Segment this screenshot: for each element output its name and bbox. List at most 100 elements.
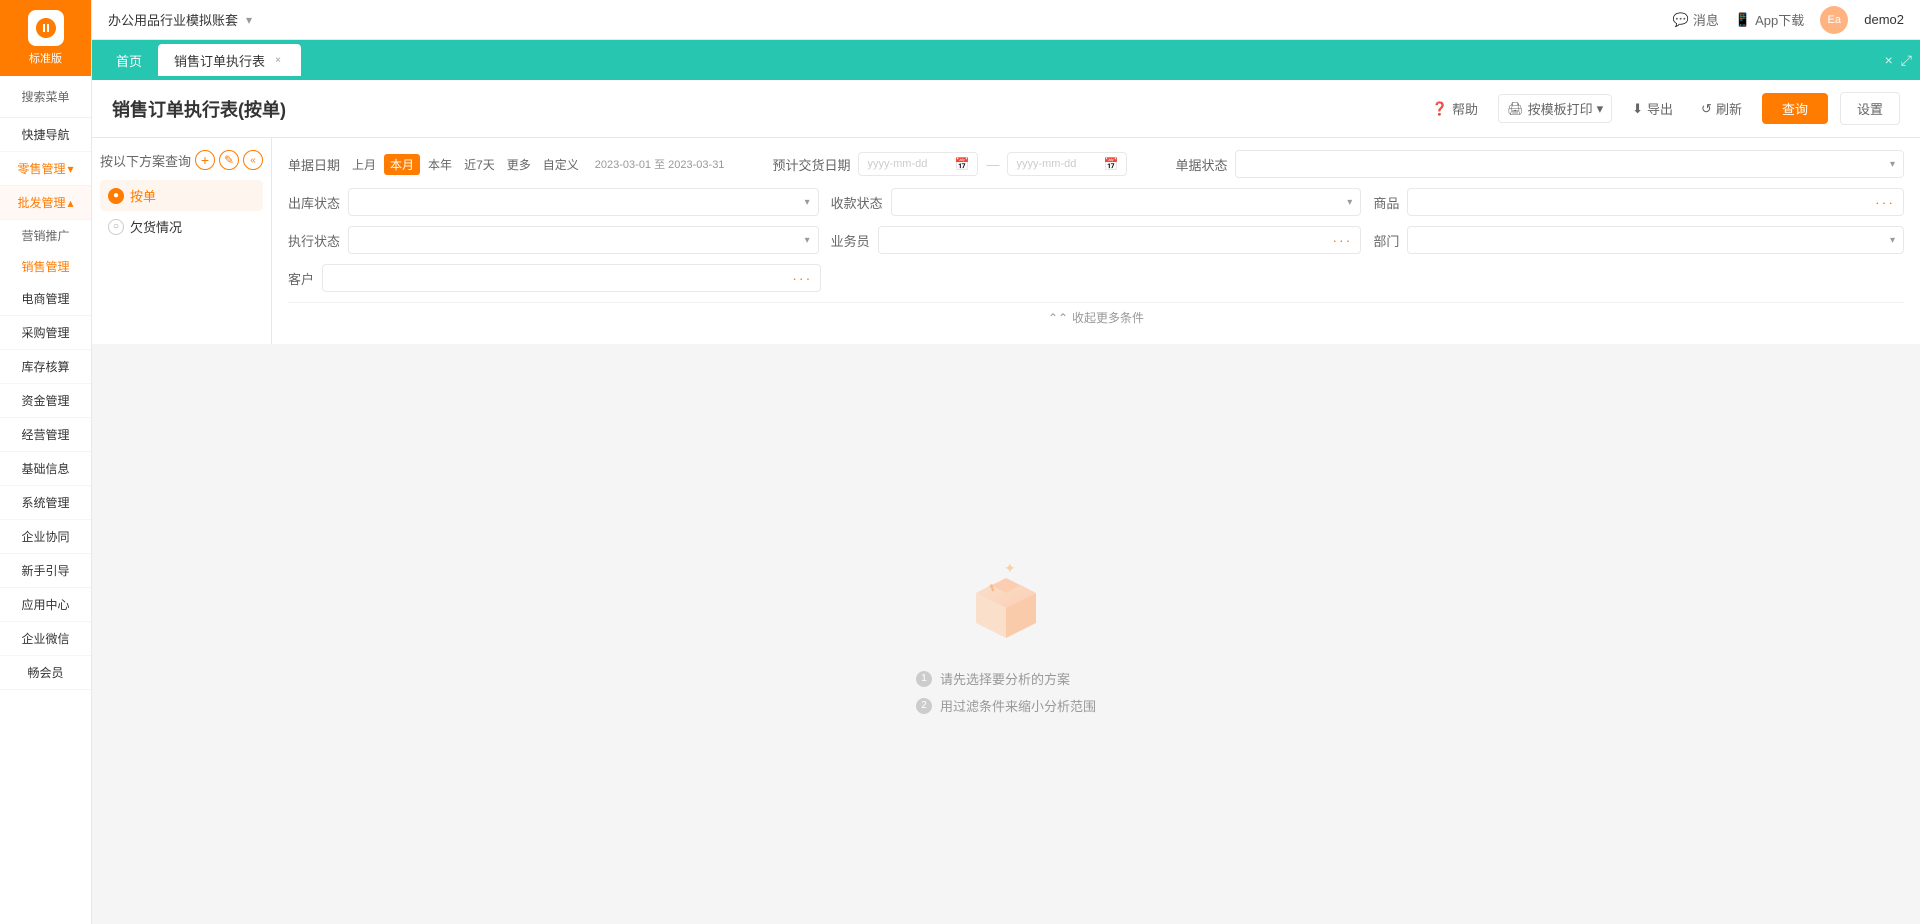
message-icon: 💬 bbox=[1673, 12, 1689, 28]
date-tab-7days[interactable]: 近7天 bbox=[460, 154, 499, 175]
help-btn[interactable]: ❓ 帮助 bbox=[1424, 95, 1486, 122]
sidebar-item-finance[interactable]: 资金管理 bbox=[0, 384, 91, 418]
help-icon: ❓ bbox=[1432, 101, 1448, 117]
sidebar-item-wholesale[interactable]: 批发管理 ▴ bbox=[0, 186, 91, 220]
customer-select[interactable]: ··· bbox=[322, 264, 821, 292]
topbar-title: 办公用品行业模拟账套 bbox=[108, 10, 238, 29]
tab-sales-order-label: 销售订单执行表 bbox=[174, 51, 265, 70]
collapse-panel-btn[interactable]: « bbox=[243, 150, 263, 170]
filter-row-2: 出库状态 ▾ 收款状态 ▾ 商品 bbox=[288, 188, 1904, 216]
settings-btn[interactable]: 设置 bbox=[1840, 92, 1900, 125]
date-tab-thismonth[interactable]: 本月 bbox=[384, 154, 420, 175]
sidebar-sub-sales[interactable]: 销售管理 bbox=[0, 251, 91, 282]
salesperson-filter: 业务员 ··· bbox=[831, 226, 1362, 254]
app-download-action[interactable]: 📱 App下载 bbox=[1735, 10, 1804, 29]
main-content: 办公用品行业模拟账套 ▾ 💬 消息 📱 App下载 Ea demo2 首页 销售… bbox=[92, 0, 1920, 924]
content-area: ✦ ⬆ 1 请先选择要分析的方案 2 用过滤条件来缩小分析范围 bbox=[92, 344, 1920, 924]
query-btn[interactable]: 查询 bbox=[1762, 93, 1828, 124]
salesperson-select[interactable]: ··· bbox=[878, 226, 1362, 254]
sidebar-logo: 标准版 bbox=[0, 0, 91, 76]
tab-sales-order[interactable]: 销售订单执行表 × bbox=[158, 44, 301, 76]
topbar-right: 💬 消息 📱 App下载 Ea demo2 bbox=[1673, 6, 1904, 34]
order-status-arrow: ▾ bbox=[1890, 159, 1895, 170]
by-order-label: 按单 bbox=[130, 186, 156, 205]
sidebar-item-purchase[interactable]: 采购管理 bbox=[0, 316, 91, 350]
sidebar-item-corp[interactable]: 企业协同 bbox=[0, 520, 91, 554]
message-label: 消息 bbox=[1693, 10, 1719, 29]
tab-close-icon[interactable]: × bbox=[271, 53, 285, 67]
customer-label: 客户 bbox=[288, 269, 314, 288]
date-tabs: 上月 本月 本年 近7天 更多 自定义 bbox=[348, 154, 583, 175]
export-btn[interactable]: ⬇ 导出 bbox=[1624, 95, 1681, 122]
empty-tips: 1 请先选择要分析的方案 2 用过滤条件来缩小分析范围 bbox=[916, 669, 1096, 715]
print-btn[interactable]: 🖨 按模板打印 ▾ bbox=[1498, 94, 1612, 123]
customer-dots: ··· bbox=[792, 270, 812, 286]
order-status-label: 单据状态 bbox=[1175, 155, 1227, 174]
refresh-icon: ↺ bbox=[1701, 101, 1712, 117]
panel-item-by-order[interactable]: ● 按单 bbox=[100, 180, 263, 211]
tip-text-1: 请先选择要分析的方案 bbox=[940, 669, 1070, 688]
sidebar-item-member[interactable]: 畅会员 bbox=[0, 656, 91, 690]
print-label: 按模板打印 bbox=[1528, 99, 1593, 118]
order-status-control: ▾ bbox=[1235, 150, 1904, 178]
sidebar-item-basic[interactable]: 基础信息 bbox=[0, 452, 91, 486]
sidebar-sub-marketing[interactable]: 营销推广 bbox=[0, 220, 91, 251]
exec-status-arrow: ▾ bbox=[805, 235, 810, 246]
window-expand-btn[interactable]: ⤢ bbox=[1901, 52, 1912, 69]
order-status-select[interactable]: ▾ bbox=[1235, 150, 1904, 178]
sidebar-item-ecommerce[interactable]: 电商管理 bbox=[0, 282, 91, 316]
tip-text-2: 用过滤条件来缩小分析范围 bbox=[940, 696, 1096, 715]
empty-state: ✦ ⬆ 1 请先选择要分析的方案 2 用过滤条件来缩小分析范围 bbox=[916, 553, 1096, 715]
app-download-label: App下载 bbox=[1755, 10, 1804, 29]
sidebar-item-wechat[interactable]: 企业微信 bbox=[0, 622, 91, 656]
page-header: 销售订单执行表(按单) ❓ 帮助 🖨 按模板打印 ▾ ⬇ 导出 ↺ 刷新 bbox=[92, 80, 1920, 138]
out-status-label: 出库状态 bbox=[288, 193, 340, 212]
date-tab-thisyear[interactable]: 本年 bbox=[424, 154, 456, 175]
sidebar-item-operations[interactable]: 经营管理 bbox=[0, 418, 91, 452]
edit-plan-btn[interactable]: ✎ bbox=[219, 150, 239, 170]
search-label: 搜索菜单 bbox=[6, 84, 85, 109]
calendar-icon-to: 📅 bbox=[1104, 157, 1119, 171]
left-panel-actions: + ✎ « bbox=[195, 150, 263, 170]
sidebar-item-quick-nav[interactable]: 快捷导航 bbox=[0, 118, 91, 152]
salesperson-label: 业务员 bbox=[831, 231, 870, 250]
sidebar-item-retail[interactable]: 零售管理 ▾ bbox=[0, 152, 91, 186]
receive-status-arrow: ▾ bbox=[1347, 197, 1352, 208]
receive-status-select[interactable]: ▾ bbox=[891, 188, 1362, 216]
date-label: 单据日期 bbox=[288, 155, 340, 174]
add-plan-btn[interactable]: + bbox=[195, 150, 215, 170]
tab-home[interactable]: 首页 bbox=[100, 44, 158, 76]
sidebar-item-inventory[interactable]: 库存核算 bbox=[0, 350, 91, 384]
expected-date-from[interactable]: yyyy-mm-dd 📅 bbox=[858, 152, 978, 176]
print-icon: 🖨 bbox=[1507, 101, 1524, 117]
exec-status-filter: 执行状态 ▾ bbox=[288, 226, 819, 254]
window-close-btn[interactable]: × bbox=[1885, 52, 1893, 69]
sidebar-search[interactable]: 搜索菜单 bbox=[0, 76, 91, 118]
goods-filter: 商品 ··· bbox=[1373, 188, 1904, 216]
topbar-dropdown-icon[interactable]: ▾ bbox=[246, 13, 252, 27]
left-panel: 按以下方案查询 + ✎ « ● 按单 ○ 欠货情况 bbox=[92, 138, 272, 344]
page-header-actions: ❓ 帮助 🖨 按模板打印 ▾ ⬇ 导出 ↺ 刷新 查询 设置 bbox=[1424, 92, 1900, 137]
sidebar-item-appstore[interactable]: 应用中心 bbox=[0, 588, 91, 622]
goods-label: 商品 bbox=[1373, 193, 1399, 212]
collapse-bar[interactable]: ⌃⌃ 收起更多条件 bbox=[288, 302, 1904, 332]
date-tab-lastmonth[interactable]: 上月 bbox=[348, 154, 380, 175]
sidebar-item-system[interactable]: 系统管理 bbox=[0, 486, 91, 520]
refresh-label: 刷新 bbox=[1716, 99, 1742, 118]
date-tab-more[interactable]: 更多 bbox=[503, 154, 535, 175]
refresh-btn[interactable]: ↺ 刷新 bbox=[1693, 95, 1750, 122]
date-tab-custom[interactable]: 自定义 bbox=[539, 154, 583, 175]
dept-label: 部门 bbox=[1373, 231, 1399, 250]
avatar[interactable]: Ea bbox=[1820, 6, 1848, 34]
sidebar-item-newbie[interactable]: 新手引导 bbox=[0, 554, 91, 588]
exec-status-select[interactable]: ▾ bbox=[348, 226, 819, 254]
out-status-select[interactable]: ▾ bbox=[348, 188, 819, 216]
dept-select[interactable]: ▾ bbox=[1407, 226, 1904, 254]
expected-date-to[interactable]: yyyy-mm-dd 📅 bbox=[1007, 152, 1127, 176]
out-status-filter: 出库状态 ▾ bbox=[288, 188, 819, 216]
panel-item-by-debt[interactable]: ○ 欠货情况 bbox=[100, 211, 263, 242]
goods-select[interactable]: ··· bbox=[1407, 188, 1904, 216]
empty-icon: ✦ ⬆ bbox=[956, 553, 1056, 653]
message-action[interactable]: 💬 消息 bbox=[1673, 10, 1719, 29]
tip-num-2: 2 bbox=[916, 698, 932, 714]
